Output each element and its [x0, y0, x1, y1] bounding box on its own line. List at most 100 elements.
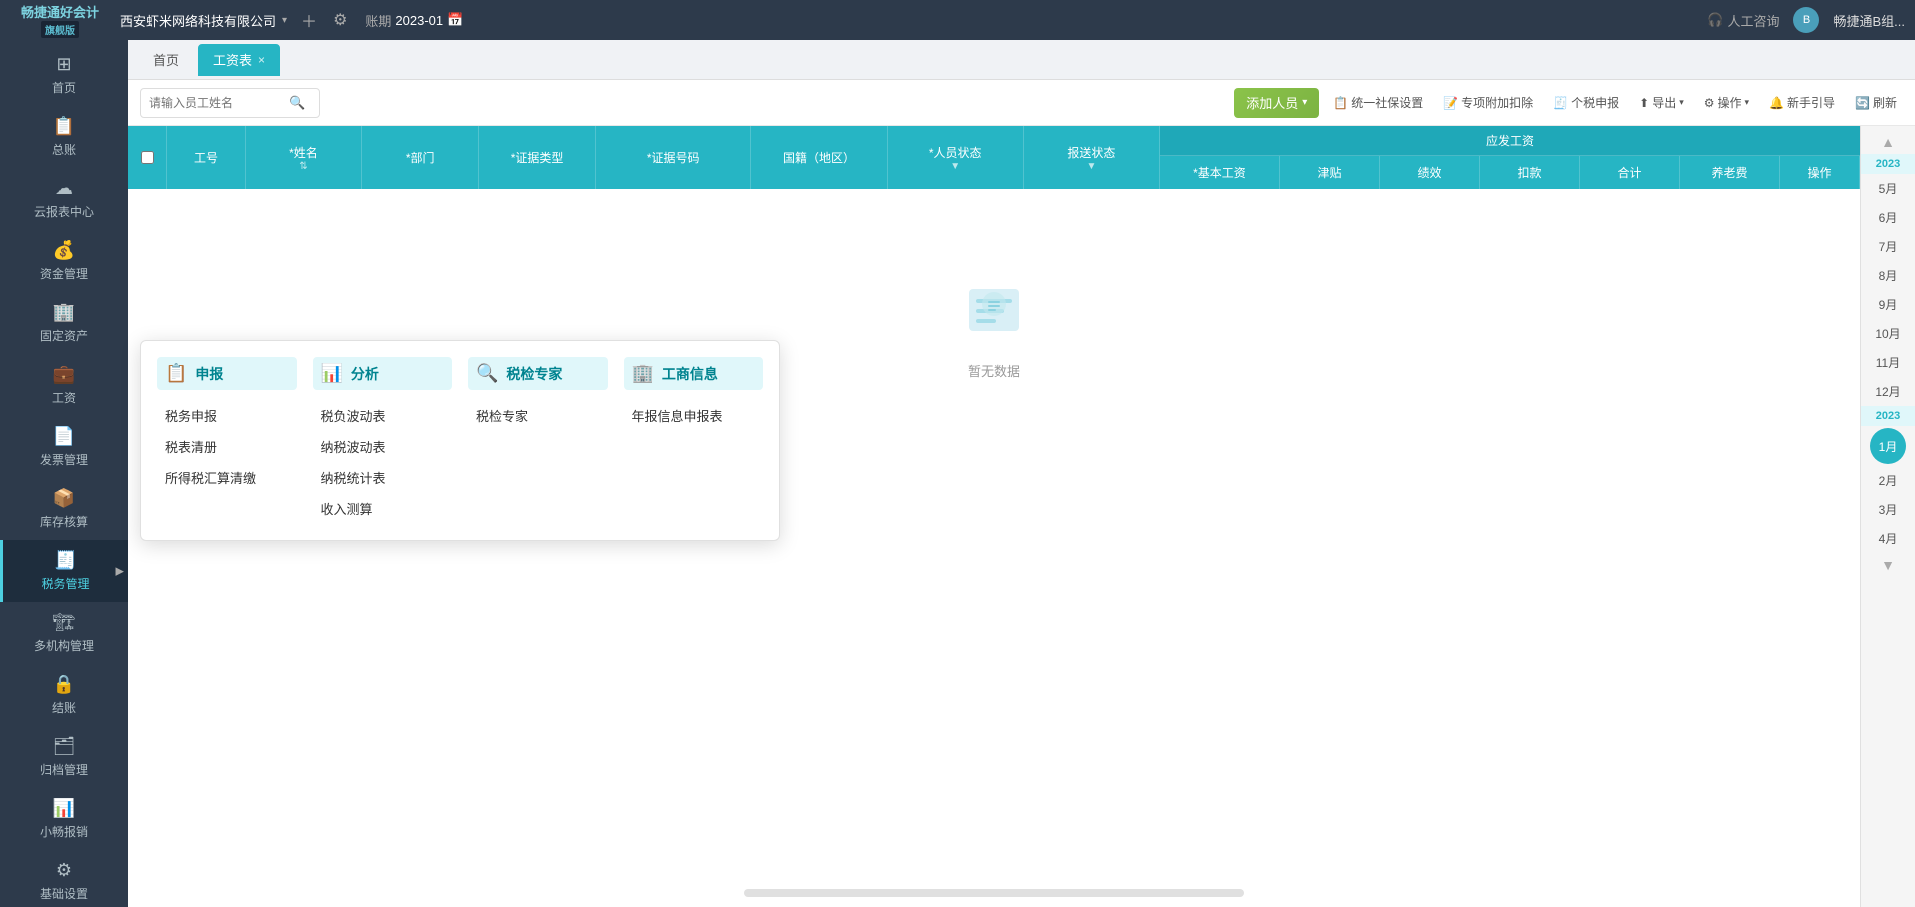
tax-table-item[interactable]: 税表清册 [157, 431, 297, 462]
business-icon: 🏢 [632, 363, 654, 384]
help-btn[interactable]: 🎧 人工咨询 [1707, 11, 1779, 30]
dropdown-arrow-icon: ▾ [1302, 97, 1307, 108]
th-person-status[interactable]: *人员状态 ▼ [888, 126, 1024, 189]
filter-icon[interactable]: ▼ [950, 161, 960, 172]
sort-icon: ⇅ [299, 161, 307, 172]
sidebar-item-stock[interactable]: 📦 库存核算 [0, 478, 128, 540]
sidebar-item-report[interactable]: 📊 小畅报销 [0, 788, 128, 850]
calendar-month-9[interactable]: 9月 [1861, 290, 1915, 319]
tab-salary-table[interactable]: 工资表 × [198, 44, 280, 76]
declaration-label: 申报 [195, 364, 223, 384]
sidebar-item-fund[interactable]: 💰 资金管理 [0, 230, 128, 292]
analysis-icon: 📊 [321, 363, 343, 384]
calendar-year-current-label: 2023 [1861, 406, 1915, 426]
operation-icon: ⚙ [1704, 96, 1715, 110]
calendar-month-12[interactable]: 12月 [1861, 377, 1915, 406]
tax-icon: 🧾 [54, 550, 76, 571]
calendar-nav-up[interactable]: ▲ [1861, 130, 1915, 154]
calendar-icon[interactable]: 📅 [447, 12, 463, 28]
company-selector[interactable]: 西安虾米网络科技有限公司 ▾ [120, 11, 287, 30]
horizontal-scrollbar[interactable] [744, 889, 1244, 897]
filter-icon2[interactable]: ▼ [1086, 161, 1096, 172]
salary-group-label: 应发工资 [1160, 126, 1860, 156]
multi-icon: 🏗 [53, 612, 76, 633]
sidebar-item-settings[interactable]: ⚙ 基础设置 [0, 850, 128, 907]
calendar-month-2[interactable]: 2月 [1861, 466, 1915, 495]
tax-stats-item[interactable]: 纳税统计表 [313, 462, 453, 493]
dropdown-section-declaration: 📋 申报 税务申报 税表清册 所得税汇算清缴 [157, 357, 297, 524]
export-btn[interactable]: ⬆ 导出 ▾ [1633, 88, 1690, 118]
calendar-panel: ▲ 2023 5月 6月 7月 8月 9月 10月 11月 12月 2023 1… [1860, 126, 1915, 907]
sidebar-item-cloud[interactable]: ☁ 云报表中心 [0, 168, 128, 230]
sidebar-item-label: 总账 [52, 141, 76, 158]
calendar-month-1-active[interactable]: 1月 [1870, 428, 1906, 464]
special-deduction-icon: 📝 [1443, 96, 1458, 110]
personal-tax-btn[interactable]: 🧾 个税申报 [1547, 88, 1625, 118]
annual-report-item[interactable]: 年报信息申报表 [624, 400, 764, 431]
sidebar-arrow-icon: ▶ [116, 565, 124, 578]
user-name[interactable]: 畅捷通B组... [1833, 11, 1905, 30]
add-person-button[interactable]: 添加人员 ▾ [1234, 88, 1319, 118]
social-insurance-btn[interactable]: 📋 统一社保设置 [1327, 88, 1429, 118]
top-bar-right: 🎧 人工咨询 B 畅捷通B组... [1707, 7, 1905, 33]
empty-text: 暂无数据 [968, 361, 1020, 380]
tax-check-item[interactable]: 税检专家 [468, 400, 608, 431]
toolbar: 🔍 添加人员 ▾ 📋 统一社保设置 📝 专项附加扣除 🧾 个税申报 [128, 80, 1915, 126]
tax-burden-item[interactable]: 税负波动表 [313, 400, 453, 431]
calendar-month-3[interactable]: 3月 [1861, 495, 1915, 524]
invoice-icon: 📄 [53, 426, 75, 447]
sidebar-item-invoice[interactable]: 📄 发票管理 [0, 416, 128, 478]
declaration-icon: 📋 [165, 363, 187, 384]
th-name[interactable]: *姓名 ⇅ [246, 126, 363, 189]
sidebar-item-asset[interactable]: 🏢 固定资产 [0, 292, 128, 354]
dropdown-section-business: 🏢 工商信息 年报信息申报表 [624, 357, 764, 524]
settings-btn[interactable]: ⚙ [329, 8, 351, 32]
th-area: 国籍（地区） [751, 126, 887, 189]
sidebar-item-salary[interactable]: 💼 工资 [0, 354, 128, 416]
sidebar-item-label: 结账 [52, 699, 76, 716]
add-company-btn[interactable]: ＋ [297, 6, 321, 34]
th-id: 工号 [167, 126, 245, 189]
search-input[interactable] [149, 96, 289, 110]
tab-close-btn[interactable]: × [258, 54, 265, 66]
select-all-checkbox[interactable] [141, 151, 154, 164]
th-deduction: 扣款 [1480, 156, 1580, 189]
sidebar-item-multi[interactable]: 🏗 多机构管理 [0, 602, 128, 664]
new-guide-btn[interactable]: 🔔 新手引导 [1763, 88, 1841, 118]
th-total: 合计 [1580, 156, 1680, 189]
sidebar-item-label: 云报表中心 [34, 203, 94, 220]
sidebar-item-label: 小畅报销 [40, 823, 88, 840]
toolbar-right: 添加人员 ▾ 📋 统一社保设置 📝 专项附加扣除 🧾 个税申报 ⬆ [1234, 88, 1903, 118]
calendar-month-4[interactable]: 4月 [1861, 524, 1915, 553]
tab-home-label: 首页 [153, 50, 179, 69]
calendar-month-8[interactable]: 8月 [1861, 261, 1915, 290]
tax-declaration-item[interactable]: 税务申报 [157, 400, 297, 431]
calendar-year-2023-label: 2023 [1861, 154, 1915, 174]
calendar-month-10[interactable]: 10月 [1861, 319, 1915, 348]
operation-btn[interactable]: ⚙ 操作 ▾ [1698, 88, 1755, 118]
business-header: 🏢 工商信息 [624, 357, 764, 390]
sidebar-item-home[interactable]: ⊞ 首页 [0, 44, 128, 106]
refresh-btn[interactable]: 🔄 刷新 [1849, 88, 1903, 118]
special-deduction-btn[interactable]: 📝 专项附加扣除 [1437, 88, 1539, 118]
sidebar-item-tax[interactable]: 🧾 税务管理 ▶ [0, 540, 128, 602]
sidebar-item-label: 税务管理 [41, 575, 89, 592]
sidebar-item-close[interactable]: 🔒 结账 [0, 664, 128, 726]
th-allowance: 津贴 [1280, 156, 1380, 189]
calendar-month-6[interactable]: 6月 [1861, 203, 1915, 232]
th-report-status[interactable]: 报送状态 ▼ [1024, 126, 1160, 189]
calendar-nav-down[interactable]: ▼ [1861, 553, 1915, 577]
tab-home[interactable]: 首页 [138, 44, 194, 76]
stock-icon: 📦 [53, 488, 75, 509]
sidebar-item-archive[interactable]: 🗂 归档管理 [0, 726, 128, 788]
calendar-month-5[interactable]: 5月 [1861, 174, 1915, 203]
th-checkbox[interactable] [128, 126, 167, 189]
calendar-month-7[interactable]: 7月 [1861, 232, 1915, 261]
sidebar-item-ledger[interactable]: 📋 总账 [0, 106, 128, 168]
sidebar-item-label: 发票管理 [40, 451, 88, 468]
income-forecast-item[interactable]: 收入测算 [313, 493, 453, 524]
tax-payment-item[interactable]: 纳税波动表 [313, 431, 453, 462]
sidebar-item-label: 固定资产 [40, 327, 88, 344]
income-tax-item[interactable]: 所得税汇算清缴 [157, 462, 297, 493]
calendar-month-11[interactable]: 11月 [1861, 348, 1915, 377]
